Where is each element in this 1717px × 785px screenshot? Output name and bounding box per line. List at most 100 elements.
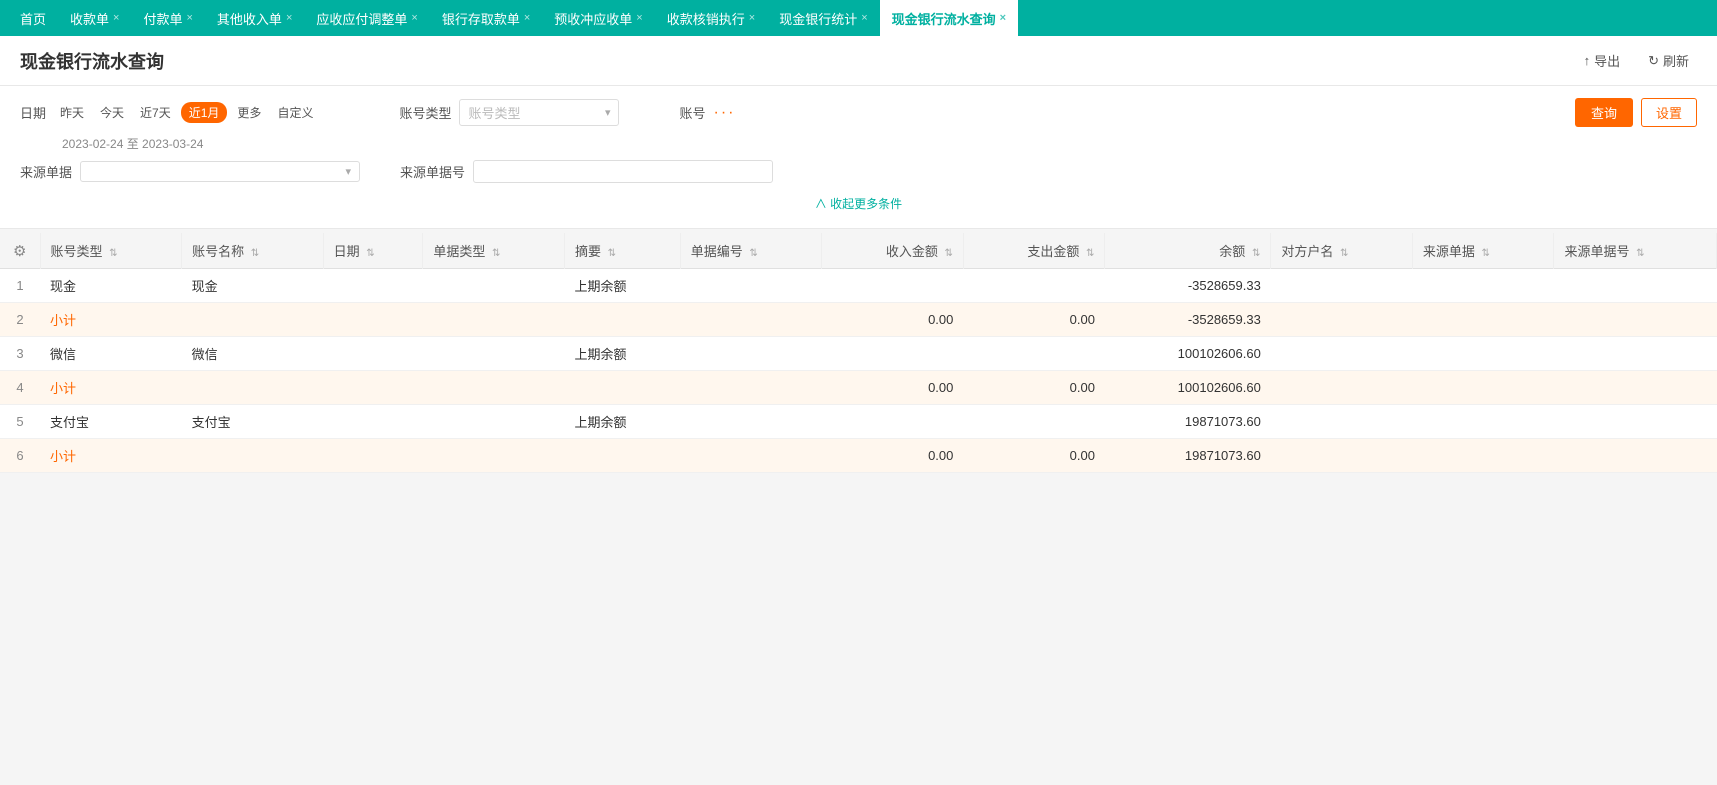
query-button[interactable]: 查询 xyxy=(1575,98,1633,127)
source-doc-label: 来源单据 xyxy=(20,162,72,181)
sort-balance[interactable]: ⇅ xyxy=(1252,248,1260,259)
col-summary: 摘要 ⇅ xyxy=(564,233,680,269)
source-doc-select[interactable]: ▾ xyxy=(80,161,360,182)
collapse-bar[interactable]: ∧ 收起更多条件 xyxy=(20,191,1697,216)
date-7days[interactable]: 近7天 xyxy=(134,102,177,123)
date-today[interactable]: 今天 xyxy=(94,102,130,123)
export-button[interactable]: ↑ 导出 xyxy=(1576,47,1629,74)
cell-expense: 0.00 xyxy=(963,371,1105,405)
table-row[interactable]: 4 小计 0.00 0.00 100102606.60 xyxy=(0,371,1717,405)
col-doc-type: 单据类型 ⇅ xyxy=(423,233,565,269)
date-custom[interactable]: 自定义 xyxy=(271,102,319,123)
cell-doc-no xyxy=(680,439,822,473)
cell-doc-type xyxy=(423,371,565,405)
sort-income[interactable]: ⇅ xyxy=(944,248,952,259)
close-adjustment-tab[interactable]: × xyxy=(411,12,417,24)
collapse-label: 收起更多条件 xyxy=(830,197,902,211)
cell-source-doc-no xyxy=(1554,337,1717,371)
row-num: 3 xyxy=(0,337,40,371)
cell-doc-no xyxy=(680,405,822,439)
table-row[interactable]: 3 微信 微信 上期余额 100102606.60 xyxy=(0,337,1717,371)
sort-date[interactable]: ⇅ xyxy=(366,248,374,259)
cell-doc-no xyxy=(680,269,822,303)
nav-payment[interactable]: 付款单 × xyxy=(131,0,204,36)
close-advance-tab[interactable]: × xyxy=(636,12,642,24)
cell-doc-no xyxy=(680,371,822,405)
date-yesterday[interactable]: 昨天 xyxy=(54,102,90,123)
sort-source-doc[interactable]: ⇅ xyxy=(1482,248,1490,259)
cell-source-doc-no xyxy=(1554,439,1717,473)
close-bank-deposit-tab[interactable]: × xyxy=(524,12,530,24)
table-row[interactable]: 6 小计 0.00 0.00 19871073.60 xyxy=(0,439,1717,473)
close-receipt-tab[interactable]: × xyxy=(113,12,119,24)
col-income: 收入金额 ⇅ xyxy=(822,233,964,269)
sort-doc-type[interactable]: ⇅ xyxy=(492,248,500,259)
cell-balance: 19871073.60 xyxy=(1105,405,1271,439)
page-title: 现金银行流水查询 xyxy=(20,48,164,74)
cell-balance: -3528659.33 xyxy=(1105,269,1271,303)
source-doc-filter-group: 来源单据 ▾ xyxy=(20,161,360,182)
nav-writeoff[interactable]: 收款核销执行 × xyxy=(655,0,767,36)
close-payment-tab[interactable]: × xyxy=(186,12,192,24)
cell-expense: 0.00 xyxy=(963,439,1105,473)
table-row[interactable]: 5 支付宝 支付宝 上期余额 19871073.60 xyxy=(0,405,1717,439)
source-doc-num-input[interactable] xyxy=(473,160,773,183)
sort-counterpart[interactable]: ⇅ xyxy=(1340,248,1348,259)
col-date: 日期 ⇅ xyxy=(323,233,423,269)
table-body: 1 现金 现金 上期余额 -3528659.33 2 小计 0.00 0.00 … xyxy=(0,269,1717,473)
cell-date xyxy=(323,269,423,303)
nav-cashflow[interactable]: 现金银行流水查询 × xyxy=(880,0,1018,36)
table-header-row: ⚙ 账号类型 ⇅ 账号名称 ⇅ 日期 ⇅ 单据类型 ⇅ xyxy=(0,233,1717,269)
date-1month[interactable]: 近1月 xyxy=(181,102,228,123)
data-table: ⚙ 账号类型 ⇅ 账号名称 ⇅ 日期 ⇅ 单据类型 ⇅ xyxy=(0,233,1717,473)
nav-advance[interactable]: 预收冲应收单 × xyxy=(542,0,654,36)
cell-balance: 100102606.60 xyxy=(1105,337,1271,371)
sort-account-type[interactable]: ⇅ xyxy=(109,248,117,259)
cell-doc-type xyxy=(423,269,565,303)
close-writeoff-tab[interactable]: × xyxy=(749,12,755,24)
account-type-select[interactable]: 账号类型 ▾ xyxy=(459,99,619,126)
sort-summary[interactable]: ⇅ xyxy=(608,248,616,259)
header-actions: ↑ 导出 ↻ 刷新 xyxy=(1576,47,1697,74)
refresh-button[interactable]: ↻ 刷新 xyxy=(1640,47,1697,74)
cell-balance: 100102606.60 xyxy=(1105,371,1271,405)
cell-source-doc-no xyxy=(1554,303,1717,337)
close-other-income-tab[interactable]: × xyxy=(286,12,292,24)
account-dots-button[interactable]: ··· xyxy=(713,104,735,122)
table-row[interactable]: 1 现金 现金 上期余额 -3528659.33 xyxy=(0,269,1717,303)
close-cashflow-tab[interactable]: × xyxy=(1000,12,1006,24)
col-balance: 余额 ⇅ xyxy=(1105,233,1271,269)
date-range-value: 2023-02-24 至 2023-03-24 xyxy=(62,135,203,152)
source-doc-chevron: ▾ xyxy=(345,165,351,178)
nav-receipt[interactable]: 收款单 × xyxy=(58,0,131,36)
cell-expense xyxy=(963,337,1105,371)
filter-row-date: 日期 昨天 今天 近7天 近1月 更多 自定义 账号类型 账号类型 ▾ 账号 ·… xyxy=(20,98,1697,127)
settings-button[interactable]: 设置 xyxy=(1641,98,1697,127)
sort-doc-no[interactable]: ⇅ xyxy=(749,248,757,259)
cell-counterpart xyxy=(1271,337,1413,371)
date-more[interactable]: 更多 xyxy=(231,102,267,123)
cell-summary: 上期余额 xyxy=(564,405,680,439)
nav-bank-deposit[interactable]: 银行存取款单 × xyxy=(430,0,542,36)
column-settings-icon[interactable]: ⚙ xyxy=(13,243,26,260)
page-header: 现金银行流水查询 ↑ 导出 ↻ 刷新 xyxy=(0,36,1717,86)
collapse-icon: ∧ xyxy=(815,197,827,211)
cell-expense xyxy=(963,405,1105,439)
cell-account-name: 现金 xyxy=(182,269,324,303)
cell-doc-type xyxy=(423,303,565,337)
cell-source-doc-no xyxy=(1554,371,1717,405)
nav-statistics[interactable]: 现金银行统计 × xyxy=(767,0,879,36)
cell-source-doc-no xyxy=(1554,405,1717,439)
cell-date xyxy=(323,371,423,405)
nav-adjustment[interactable]: 应收应付调整单 × xyxy=(304,0,429,36)
cell-expense: 0.00 xyxy=(963,303,1105,337)
sort-account-name[interactable]: ⇅ xyxy=(251,248,259,259)
sort-source-doc-no[interactable]: ⇅ xyxy=(1636,248,1644,259)
nav-other-income[interactable]: 其他收入单 × xyxy=(205,0,304,36)
cell-summary xyxy=(564,303,680,337)
table-row[interactable]: 2 小计 0.00 0.00 -3528659.33 xyxy=(0,303,1717,337)
nav-home[interactable]: 首页 xyxy=(8,0,58,36)
source-doc-num-label: 来源单据号 xyxy=(400,162,465,181)
close-statistics-tab[interactable]: × xyxy=(861,12,867,24)
sort-expense[interactable]: ⇅ xyxy=(1086,248,1094,259)
